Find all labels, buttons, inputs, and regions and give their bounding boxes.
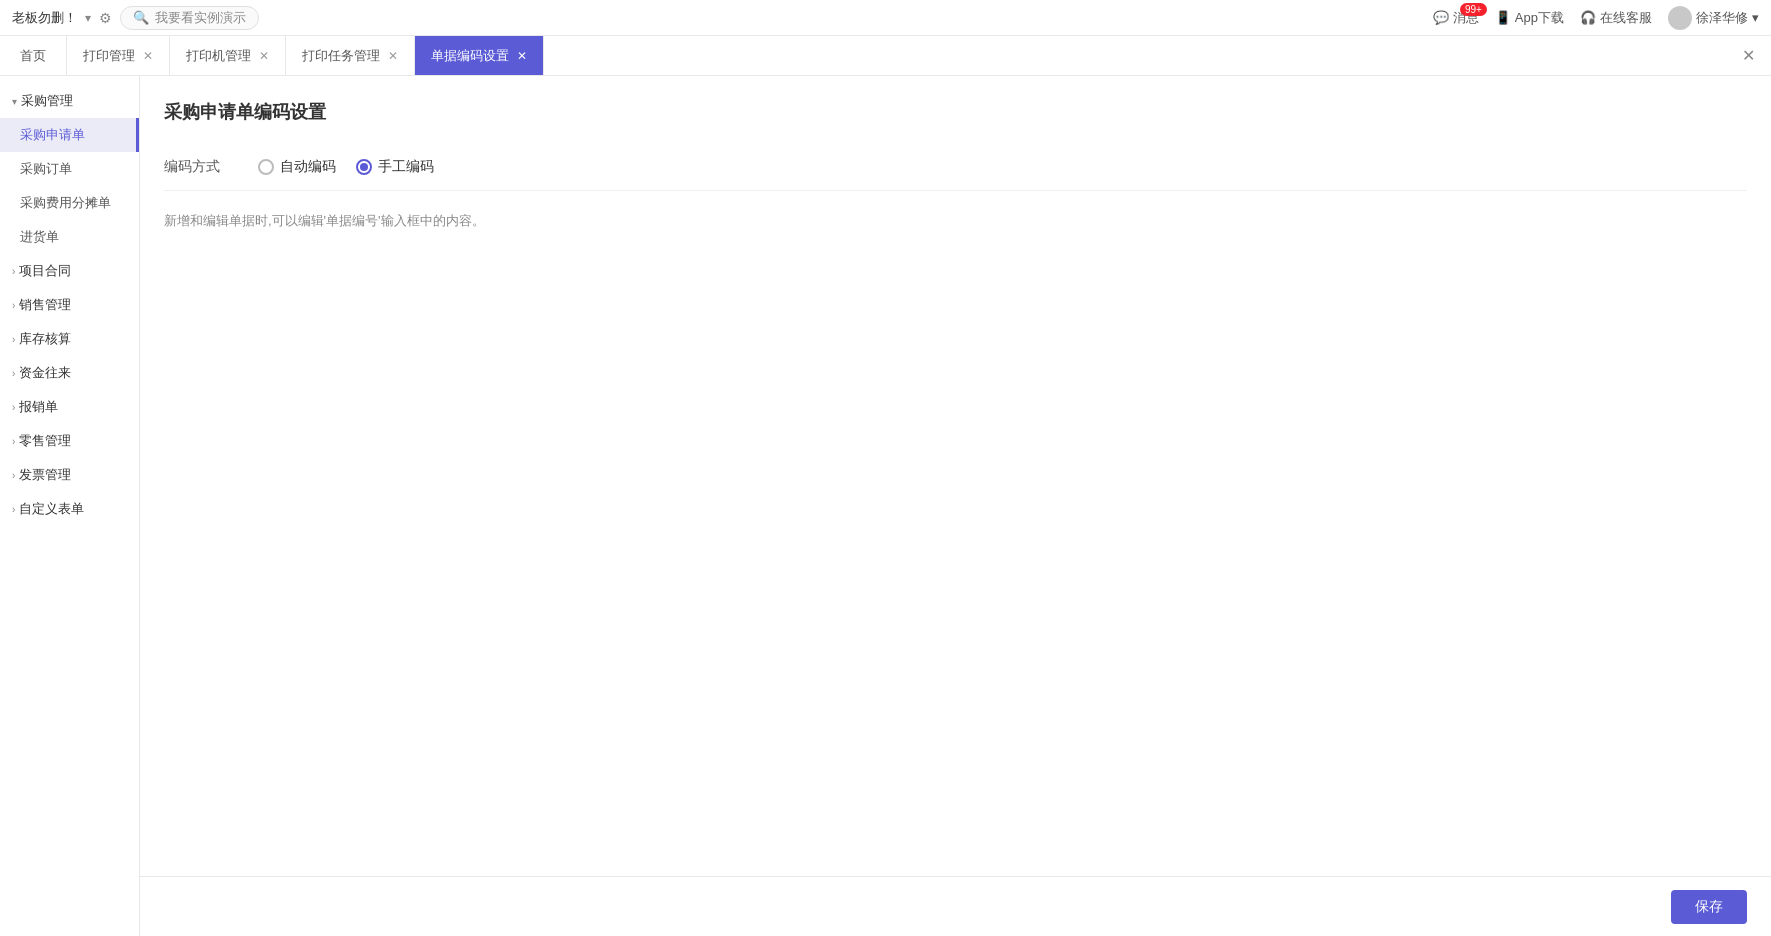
app-download-action[interactable]: 📱 App下载 <box>1495 9 1564 27</box>
collapsed-arrow-icon: › <box>12 266 15 277</box>
search-icon: 🔍 <box>133 10 149 25</box>
headset-icon: 🎧 <box>1580 10 1596 25</box>
message-action[interactable]: 💬 消息 99+ <box>1433 9 1479 27</box>
expand-icon: ▾ <box>12 96 17 107</box>
tab-bar: 首页 打印管理 ✕ 打印机管理 ✕ 打印任务管理 ✕ 单据编码设置 ✕ ✕ <box>0 36 1771 76</box>
radio-auto-label: 自动编码 <box>280 158 336 176</box>
sidebar-group-purchase-management[interactable]: ▾ 采购管理 <box>0 84 139 118</box>
collapsed-arrow-icon: › <box>12 368 15 379</box>
content-main: 采购申请单编码设置 编码方式 自动编码 手工编码 <box>140 76 1771 876</box>
message-icon: 💬 <box>1433 10 1449 25</box>
search-placeholder: 我要看实例演示 <box>155 9 246 27</box>
sidebar-group-fund[interactable]: › 资金往来 <box>0 356 139 390</box>
sidebar-item-purchase-order[interactable]: 采购订单 <box>0 152 139 186</box>
sidebar-group-returns[interactable]: › 报销单 <box>0 390 139 424</box>
sidebar-item-purchase-requisition[interactable]: 采购申请单 <box>0 118 139 152</box>
sidebar-item-inbound[interactable]: 进货单 <box>0 220 139 254</box>
radio-manual-circle <box>356 159 372 175</box>
tab-barcode-settings-label: 单据编码设置 <box>431 47 509 65</box>
sidebar-group-retail-management[interactable]: › 零售管理 <box>0 424 139 458</box>
tab-printer-management-close[interactable]: ✕ <box>259 49 269 63</box>
encoding-label: 编码方式 <box>164 158 234 176</box>
tab-print-management-label: 打印管理 <box>83 47 135 65</box>
collapsed-arrow-icon: › <box>12 402 15 413</box>
tab-print-task-management[interactable]: 打印任务管理 ✕ <box>286 36 415 75</box>
save-button[interactable]: 保存 <box>1671 890 1747 924</box>
radio-auto-encoding[interactable]: 自动编码 <box>258 158 336 176</box>
user-dropdown-icon: ▾ <box>1752 10 1759 25</box>
collapsed-arrow-icon: › <box>12 300 15 311</box>
tab-printer-management[interactable]: 打印机管理 ✕ <box>170 36 286 75</box>
sidebar: ▾ 采购管理 采购申请单 采购订单 采购费用分摊单 进货单 › 项目合同 › 销… <box>0 76 140 936</box>
tab-barcode-settings-close[interactable]: ✕ <box>517 49 527 63</box>
sidebar-group-custom-forms[interactable]: › 自定义表单 <box>0 492 139 526</box>
app-icon: 📱 <box>1495 10 1511 25</box>
window-close-button[interactable]: ✕ <box>1726 46 1771 65</box>
user-name: 徐泽华修 <box>1696 9 1748 27</box>
collapsed-arrow-icon: › <box>12 504 15 515</box>
top-bar-left: 老板勿删！ ▾ ⚙ 🔍 我要看实例演示 <box>12 6 259 30</box>
radio-manual-label: 手工编码 <box>378 158 434 176</box>
collapsed-arrow-icon: › <box>12 470 15 481</box>
page-title: 采购申请单编码设置 <box>164 100 1747 124</box>
app-download-label: App下载 <box>1515 9 1564 27</box>
radio-manual-encoding[interactable]: 手工编码 <box>356 158 434 176</box>
encoding-radio-group: 自动编码 手工编码 <box>258 158 434 176</box>
content-area: 采购申请单编码设置 编码方式 自动编码 手工编码 <box>140 76 1771 936</box>
gear-icon[interactable]: ⚙ <box>99 10 112 26</box>
sidebar-group-project-contract[interactable]: › 项目合同 <box>0 254 139 288</box>
tab-print-management[interactable]: 打印管理 ✕ <box>67 36 170 75</box>
tab-print-task-management-label: 打印任务管理 <box>302 47 380 65</box>
tab-printer-management-label: 打印机管理 <box>186 47 251 65</box>
top-bar: 老板勿删！ ▾ ⚙ 🔍 我要看实例演示 💬 消息 99+ 📱 App下载 🎧 在… <box>0 0 1771 36</box>
user-avatar-area[interactable]: 徐泽华修 ▾ <box>1668 6 1759 30</box>
online-service-label: 在线客服 <box>1600 9 1652 27</box>
main-layout: ▾ 采购管理 采购申请单 采购订单 采购费用分摊单 进货单 › 项目合同 › 销… <box>0 76 1771 936</box>
collapsed-arrow-icon: › <box>12 436 15 447</box>
tab-print-task-management-close[interactable]: ✕ <box>388 49 398 63</box>
avatar <box>1668 6 1692 30</box>
brand-dropdown-icon[interactable]: ▾ <box>85 11 91 25</box>
sidebar-group-sales-management[interactable]: › 销售管理 <box>0 288 139 322</box>
tab-barcode-settings[interactable]: 单据编码设置 ✕ <box>415 36 544 75</box>
sidebar-group-invoice-management[interactable]: › 发票管理 <box>0 458 139 492</box>
online-service-action[interactable]: 🎧 在线客服 <box>1580 9 1652 27</box>
collapsed-arrow-icon: › <box>12 334 15 345</box>
tab-print-management-close[interactable]: ✕ <box>143 49 153 63</box>
message-badge: 99+ <box>1460 3 1487 16</box>
tab-home[interactable]: 首页 <box>0 36 67 75</box>
tab-home-label: 首页 <box>20 47 46 65</box>
settings-card: 编码方式 自动编码 手工编码 新增和编辑单据时, <box>164 144 1747 232</box>
radio-auto-circle <box>258 159 274 175</box>
content-footer: 保存 <box>140 876 1771 936</box>
encoding-setting-row: 编码方式 自动编码 手工编码 <box>164 144 1747 191</box>
top-bar-right: 💬 消息 99+ 📱 App下载 🎧 在线客服 徐泽华修 ▾ <box>1433 6 1759 30</box>
global-search[interactable]: 🔍 我要看实例演示 <box>120 6 259 30</box>
sidebar-group-inventory[interactable]: › 库存核算 <box>0 322 139 356</box>
sidebar-group-purchase-label: 采购管理 <box>21 92 73 110</box>
hint-text: 新增和编辑单据时,可以编辑'单据编号'输入框中的内容。 <box>164 211 1747 232</box>
sidebar-item-purchase-expense[interactable]: 采购费用分摊单 <box>0 186 139 220</box>
brand-label: 老板勿删！ <box>12 9 77 27</box>
